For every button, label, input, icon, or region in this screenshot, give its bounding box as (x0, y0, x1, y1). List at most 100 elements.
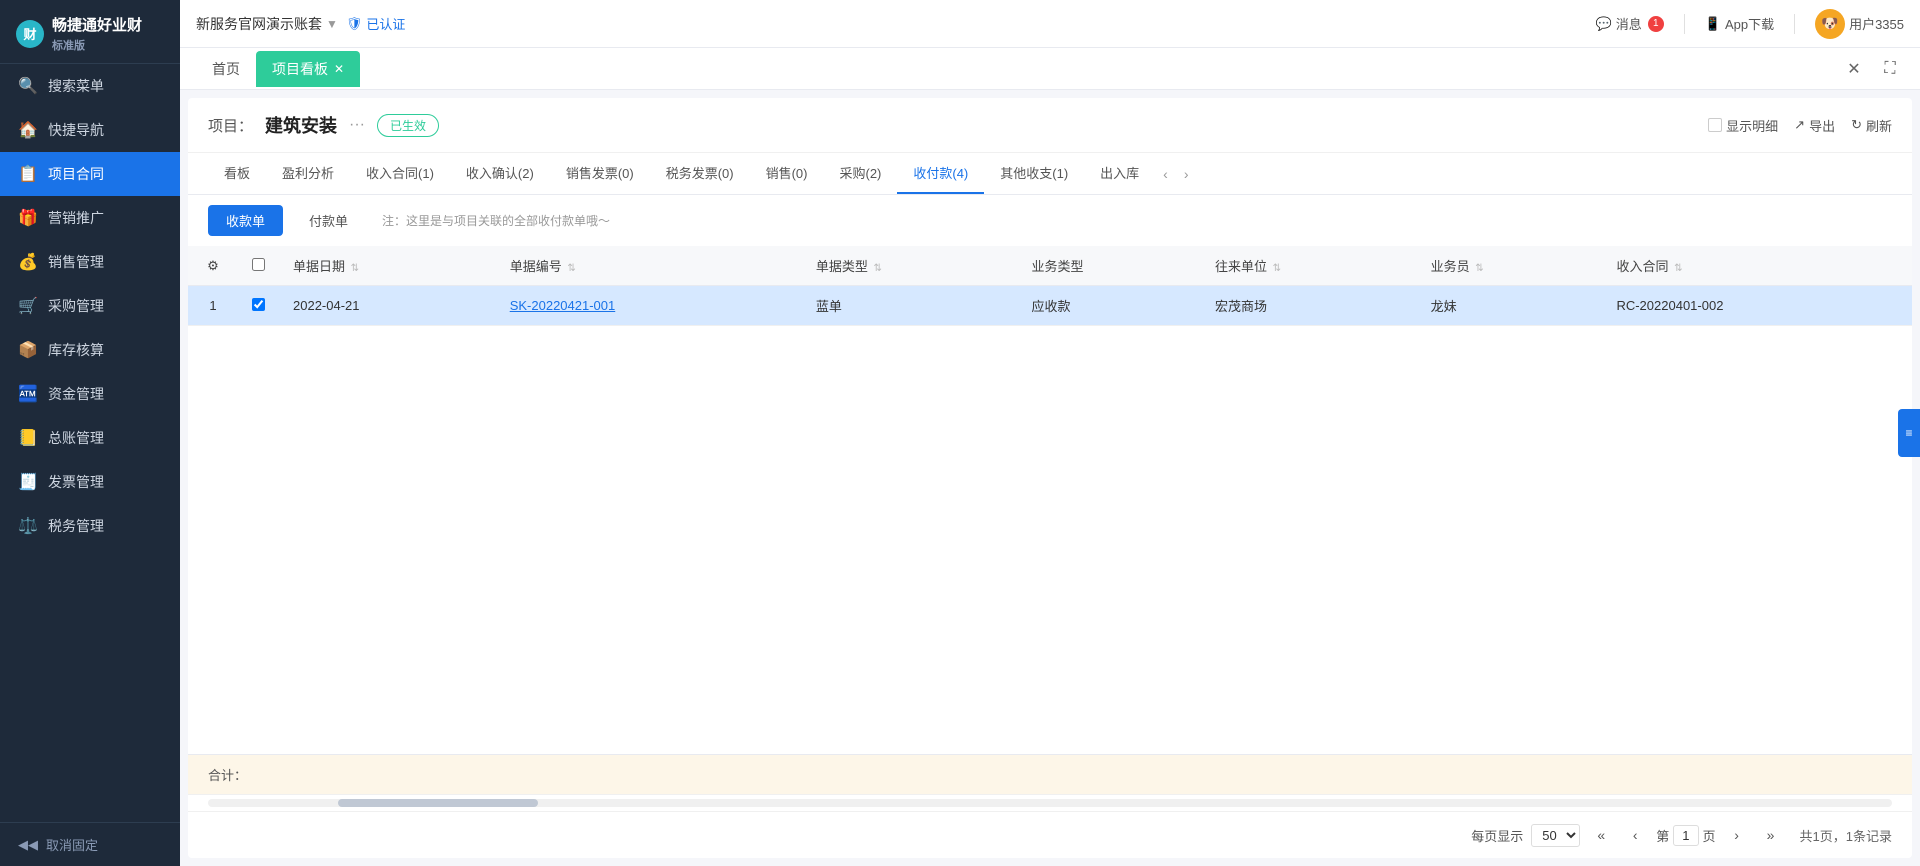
sidebar-item-marketing[interactable]: 🎁 营销推广 (0, 196, 180, 240)
more-options-icon[interactable]: ··· (349, 116, 365, 134)
purchase-icon: 🛒 (18, 296, 38, 316)
account-chevron-icon: ▼ (326, 17, 338, 31)
data-table: ⚙ 单据日期 ⇅ 单据编号 ⇅ (188, 246, 1912, 326)
project-actions: 显示明细 ↗ 导出 ↻ 刷新 (1708, 116, 1892, 135)
refresh-icon: ↻ (1851, 117, 1862, 133)
subtab-purchase[interactable]: 采购(2) (823, 153, 897, 194)
sidebar-item-sales[interactable]: 💰 销售管理 (0, 240, 180, 284)
tab-close-icon[interactable]: ✕ (334, 62, 344, 76)
sidebar-item-search[interactable]: 🔍 搜索菜单 (0, 64, 180, 108)
user-name: 用户3355 (1849, 14, 1904, 33)
user-profile-button[interactable]: 🐶 用户3355 (1815, 9, 1904, 39)
settings-icon: ⚙ (207, 258, 219, 273)
contract-sort-icon: ⇅ (1674, 263, 1682, 274)
sidebar-label-invoice: 发票管理 (48, 472, 104, 492)
subtab-other-expense[interactable]: 其他收支(1) (984, 153, 1084, 194)
search-icon: 🔍 (18, 76, 38, 96)
row-date: 2022-04-21 (279, 286, 496, 326)
maximize-window-button[interactable]: ⛶ (1876, 55, 1904, 83)
sidebar-label-ledger: 总账管理 (48, 428, 104, 448)
last-page-button[interactable]: » (1758, 822, 1784, 848)
pagination: 每页显示 50 « ‹ 第 1 页 › » 共1页，1条记录 (188, 811, 1912, 858)
data-table-container: ⚙ 单据日期 ⇅ 单据编号 ⇅ (188, 246, 1912, 754)
sidebar-label-project: 项目合同 (48, 164, 104, 184)
export-icon: ↗ (1794, 117, 1805, 133)
verified-label: 已认证 (366, 14, 405, 33)
row-number[interactable]: SK-20220421-001 (496, 286, 802, 326)
row-number-link[interactable]: SK-20220421-001 (510, 298, 616, 313)
show-detail-checkbox-box[interactable] (1708, 118, 1722, 132)
subtab-income-contract[interactable]: 收入合同(1) (350, 153, 450, 194)
row-checkbox[interactable] (252, 298, 265, 311)
export-button[interactable]: ↗ 导出 (1794, 116, 1835, 135)
settings-col-header[interactable]: ⚙ (188, 246, 238, 286)
inner-tab-payment[interactable]: 付款单 (291, 205, 366, 236)
subtab-inout[interactable]: 出入库 (1084, 153, 1155, 194)
subtab-receipt[interactable]: 收付款(4) (897, 153, 984, 194)
sidebar-item-invoice[interactable]: 🧾 发票管理 (0, 460, 180, 504)
horizontal-scrollbar[interactable] (188, 794, 1912, 811)
tab-project-board[interactable]: 项目看板 ✕ (256, 51, 360, 87)
show-detail-checkbox[interactable]: 显示明细 (1708, 116, 1778, 135)
subtab-sales[interactable]: 销售(0) (750, 153, 824, 194)
inner-tabs: 收款单 付款单 注：这里是与项目关联的全部收付款单哦～ (188, 195, 1912, 246)
subtab-sales-invoice[interactable]: 销售发票(0) (550, 153, 650, 194)
current-page[interactable]: 1 (1673, 825, 1698, 846)
type-col-header[interactable]: 单据类型 ⇅ (802, 246, 1018, 286)
page-label: 第 (1656, 826, 1669, 845)
subtab-tax-invoice[interactable]: 税务发票(0) (650, 153, 750, 194)
sidebar-item-purchase[interactable]: 🛒 采购管理 (0, 284, 180, 328)
subtab-income-confirm[interactable]: 收入确认(2) (450, 153, 550, 194)
topbar-left: 新服务官网演示账套 ▼ 🛡 已认证 (196, 14, 405, 34)
row-type: 蓝单 (802, 286, 1018, 326)
sidebar-item-project[interactable]: 📋 项目合同 (0, 152, 180, 196)
sidebar-label-finance: 资金管理 (48, 384, 104, 404)
sidebar-item-shortcut[interactable]: 🏠 快捷导航 (0, 108, 180, 152)
sidebar-item-tax[interactable]: ⚖️ 税务管理 (0, 504, 180, 548)
subtab-prev-arrow[interactable]: ‹ (1155, 166, 1176, 182)
salesman-col-header[interactable]: 业务员 ⇅ (1417, 246, 1603, 286)
divider2 (1794, 14, 1795, 34)
scrollbar-thumb[interactable] (338, 799, 538, 807)
partner-col-header[interactable]: 往来单位 ⇅ (1201, 246, 1417, 286)
messages-button[interactable]: 💬 消息 1 (1596, 14, 1664, 33)
table-row[interactable]: 1 2022-04-21 SK-20220421-001 蓝单 应收款 宏茂商场… (188, 286, 1912, 326)
logo-icon: 财 (16, 20, 44, 48)
inner-tab-receipt[interactable]: 收款单 (208, 205, 283, 236)
app-edition: 标准版 (52, 37, 142, 53)
subtab-kanban[interactable]: 看板 (208, 153, 266, 194)
shield-icon: 🛡 (346, 16, 363, 32)
sidebar-item-inventory[interactable]: 📦 库存核算 (0, 328, 180, 372)
number-col-header[interactable]: 单据编号 ⇅ (496, 246, 802, 286)
next-page-button[interactable]: › (1724, 822, 1750, 848)
app-logo: 财 畅捷通好业财 标准版 (0, 0, 180, 64)
page-unit: 页 (1703, 826, 1716, 845)
subtab-next-arrow[interactable]: › (1176, 166, 1197, 182)
refresh-button[interactable]: ↻ 刷新 (1851, 116, 1892, 135)
avatar: 🐶 (1815, 9, 1845, 39)
per-page-select[interactable]: 50 (1531, 824, 1580, 847)
account-selector[interactable]: 新服务官网演示账套 ▼ (196, 14, 338, 34)
date-col-header[interactable]: 单据日期 ⇅ (279, 246, 496, 286)
project-header: 项目： 建筑安装 ··· 已生效 显示明细 ↗ 导出 ↻ 刷新 (188, 98, 1912, 153)
income-contract-col-header[interactable]: 收入合同 ⇅ (1602, 246, 1912, 286)
unpin-icon: ◀◀ (18, 837, 38, 853)
side-panel-button[interactable]: ≡ (1898, 409, 1920, 457)
app-download-button[interactable]: 📱 App下载 (1705, 14, 1774, 33)
tab-home[interactable]: 首页 (196, 51, 256, 87)
prev-page-button[interactable]: ‹ (1622, 822, 1648, 848)
invoice-icon: 🧾 (18, 472, 38, 492)
sidebar-item-ledger[interactable]: 📒 总账管理 (0, 416, 180, 460)
sidebar-item-finance[interactable]: 🏧 资金管理 (0, 372, 180, 416)
select-all-checkbox[interactable] (252, 258, 265, 271)
unpin-button[interactable]: ◀◀ 取消固定 (0, 822, 180, 866)
biz-type-col-header: 业务类型 (1018, 246, 1201, 286)
row-checkbox-cell[interactable] (238, 286, 279, 326)
subtab-profit[interactable]: 盈利分析 (266, 153, 350, 194)
first-page-button[interactable]: « (1588, 822, 1614, 848)
checkbox-col-header[interactable] (238, 246, 279, 286)
project-status-badge: 已生效 (377, 114, 439, 137)
page-indicator: 第 1 页 (1656, 825, 1715, 846)
per-page-label: 每页显示 (1471, 826, 1523, 845)
close-window-button[interactable]: ✕ (1840, 55, 1868, 83)
